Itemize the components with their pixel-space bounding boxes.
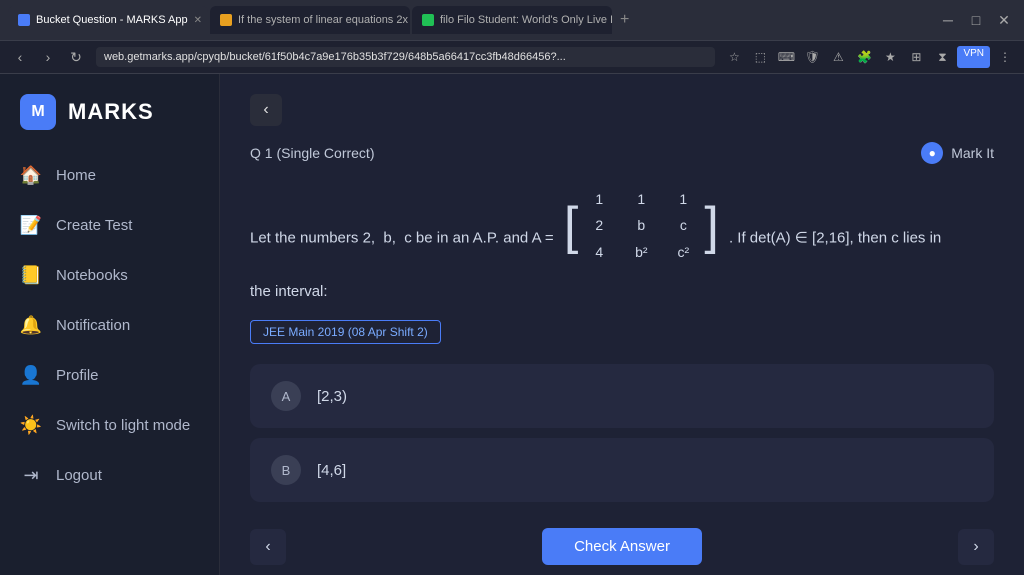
matrix-bracket-right: ] (704, 200, 718, 252)
profile-icon: 👤 (20, 364, 42, 386)
minimize-button[interactable]: ─ (936, 8, 960, 32)
sidebar-item-home[interactable]: 🏠 Home (0, 150, 219, 200)
matrix-cell-r1c1: 1 (584, 188, 614, 210)
option-c-partial: C [3,2 + 24] (250, 565, 994, 575)
sidebar-item-notification[interactable]: 🔔 Notification (0, 300, 219, 350)
tab-2[interactable]: If the system of linear equations 2x + ✕ (210, 6, 410, 34)
browser-tab-bar: Bucket Question - MARKS App ✕ If the sys… (0, 0, 1024, 41)
sidebar-item-notification-label: Notification (56, 317, 130, 334)
back-nav-button[interactable]: ‹ (8, 45, 32, 69)
menu-button[interactable]: ⋮ (994, 46, 1016, 68)
next-question-button[interactable]: › (958, 529, 994, 565)
matrix-cell-r2c1: 2 (584, 214, 614, 236)
question-continuation: the interval: (250, 283, 994, 300)
matrix-bracket-left: [ (564, 200, 578, 252)
question-body-end: . If det(A) ∈ [2,16], then c lies in (729, 230, 941, 247)
forward-nav-button[interactable]: › (36, 45, 60, 69)
sidebar-item-profile[interactable]: 👤 Profile (0, 350, 219, 400)
options-list: A [2,3) B [4,6] (250, 364, 994, 502)
logout-icon: ⇥ (20, 464, 42, 486)
sidebar-item-create-test-label: Create Test (56, 217, 132, 234)
close-button[interactable]: ✕ (992, 8, 1016, 32)
home-icon: 🏠 (20, 164, 42, 186)
matrix-cell-r2c2: b (626, 214, 656, 236)
sidebar-nav: 🏠 Home 📝 Create Test 📒 Notebooks 🔔 Notif… (0, 140, 219, 575)
sidebar-item-logout[interactable]: ⇥ Logout (0, 450, 219, 500)
matrix-container: [ 1 1 1 2 b c 4 b² c² ] (564, 184, 719, 267)
option-a[interactable]: A [2,3) (250, 364, 994, 428)
matrix-grid: 1 1 1 2 b c 4 b² c² (578, 184, 704, 267)
sidebar: M MARKS 🏠 Home 📝 Create Test 📒 Notebooks… (0, 74, 220, 575)
logo-icon: M (20, 94, 56, 130)
tag-badge: JEE Main 2019 (08 Apr Shift 2) (250, 320, 441, 344)
question-type-label: Q 1 (Single Correct) (250, 145, 374, 161)
vpn-badge: VPN (957, 46, 990, 68)
switch-mode-icon: ☀️ (20, 414, 42, 436)
mark-it-icon: ● (921, 142, 943, 164)
reload-button[interactable]: ↻ (64, 45, 88, 69)
option-b[interactable]: B [4,6] (250, 438, 994, 502)
mark-it-button[interactable]: ● Mark It (921, 142, 994, 164)
sidebar-item-notebooks[interactable]: 📒 Notebooks (0, 250, 219, 300)
check-answer-button[interactable]: Check Answer (542, 528, 702, 565)
shield-button[interactable]: 🛡 (801, 46, 823, 68)
tab-list: Bucket Question - MARKS App ✕ If the sys… (8, 6, 930, 34)
tab-3-favicon (422, 14, 434, 26)
extensions-button[interactable]: 🧩 (853, 46, 875, 68)
logo-text: MARKS (68, 99, 154, 125)
matrix-cell-r3c3: c² (668, 241, 698, 263)
matrix-cell-r2c3: c (668, 214, 698, 236)
address-bar-row: ‹ › ↻ ☆ ⬚ ⌨ 🛡 ⚠ 🧩 ★ ⊞ ⧗ VPN ⋮ (0, 41, 1024, 74)
sidebar-item-logout-label: Logout (56, 467, 102, 484)
tab-1-close[interactable]: ✕ (194, 15, 202, 26)
new-tab-button[interactable]: + (614, 11, 635, 29)
sidebar-item-notebooks-label: Notebooks (56, 267, 128, 284)
maximize-button[interactable]: □ (964, 8, 988, 32)
sidebar-item-switch-mode[interactable]: ☀️ Switch to light mode (0, 400, 219, 450)
sidebar-item-switch-mode-label: Switch to light mode (56, 417, 190, 434)
translate-button[interactable]: ⌨ (775, 46, 797, 68)
sidebar-item-create-test[interactable]: 📝 Create Test (0, 200, 219, 250)
matrix-cell-r3c1: 4 (584, 241, 614, 263)
sidebar-logo: M MARKS (0, 74, 219, 140)
matrix-cell-r1c3: 1 (668, 188, 698, 210)
sidebar-item-home-label: Home (56, 167, 96, 184)
tab-1-label: Bucket Question - MARKS App (36, 14, 188, 26)
option-a-letter: A (271, 381, 301, 411)
matrix-cell-r1c2: 1 (626, 188, 656, 210)
option-a-text: [2,3) (317, 388, 347, 405)
tab-1[interactable]: Bucket Question - MARKS App ✕ (8, 6, 208, 34)
tab-3[interactable]: filo Filo Student: World's Only Live Ins… (412, 6, 612, 34)
option-b-letter: B (271, 455, 301, 485)
tab-2-label: If the system of linear equations 2x + (238, 14, 410, 26)
screenshot-button[interactable]: ⬚ (749, 46, 771, 68)
bookmark-button[interactable]: ☆ (723, 46, 745, 68)
notification-icon: 🔔 (20, 314, 42, 336)
browser-action-buttons: ☆ ⬚ ⌨ 🛡 ⚠ 🧩 ★ ⊞ ⧗ VPN ⋮ (723, 46, 1016, 68)
notebooks-icon: 📒 (20, 264, 42, 286)
tab-2-favicon (220, 14, 232, 26)
back-button[interactable]: ‹ (250, 94, 282, 126)
question-body: Let the numbers 2, b, c be in an A.P. an… (250, 184, 994, 267)
mark-it-label: Mark It (951, 145, 994, 161)
address-input[interactable] (96, 47, 715, 67)
sidebar-item-profile-label: Profile (56, 367, 99, 384)
app-container: M MARKS 🏠 Home 📝 Create Test 📒 Notebooks… (0, 74, 1024, 575)
alert-button[interactable]: ⚠ (827, 46, 849, 68)
option-b-text: [4,6] (317, 462, 346, 479)
history-button[interactable]: ⧗ (931, 46, 953, 68)
question-body-start: Let the numbers 2, b, c be in an A.P. an… (250, 230, 558, 247)
nav-buttons: ‹ › ↻ (8, 45, 88, 69)
bottom-navigation: ‹ Check Answer › (250, 512, 994, 565)
window-controls: ─ □ ✕ (936, 8, 1016, 32)
matrix-cell-r3c2: b² (626, 241, 656, 263)
main-content: ‹ Q 1 (Single Correct) ● Mark It Let the… (220, 74, 1024, 575)
star-button[interactable]: ★ (879, 46, 901, 68)
prev-question-button[interactable]: ‹ (250, 529, 286, 565)
create-test-icon: 📝 (20, 214, 42, 236)
grid-button[interactable]: ⊞ (905, 46, 927, 68)
tab-1-favicon (18, 14, 30, 26)
tab-3-label: filo Filo Student: World's Only Live Ins… (440, 14, 612, 26)
question-header: Q 1 (Single Correct) ● Mark It (250, 142, 994, 164)
